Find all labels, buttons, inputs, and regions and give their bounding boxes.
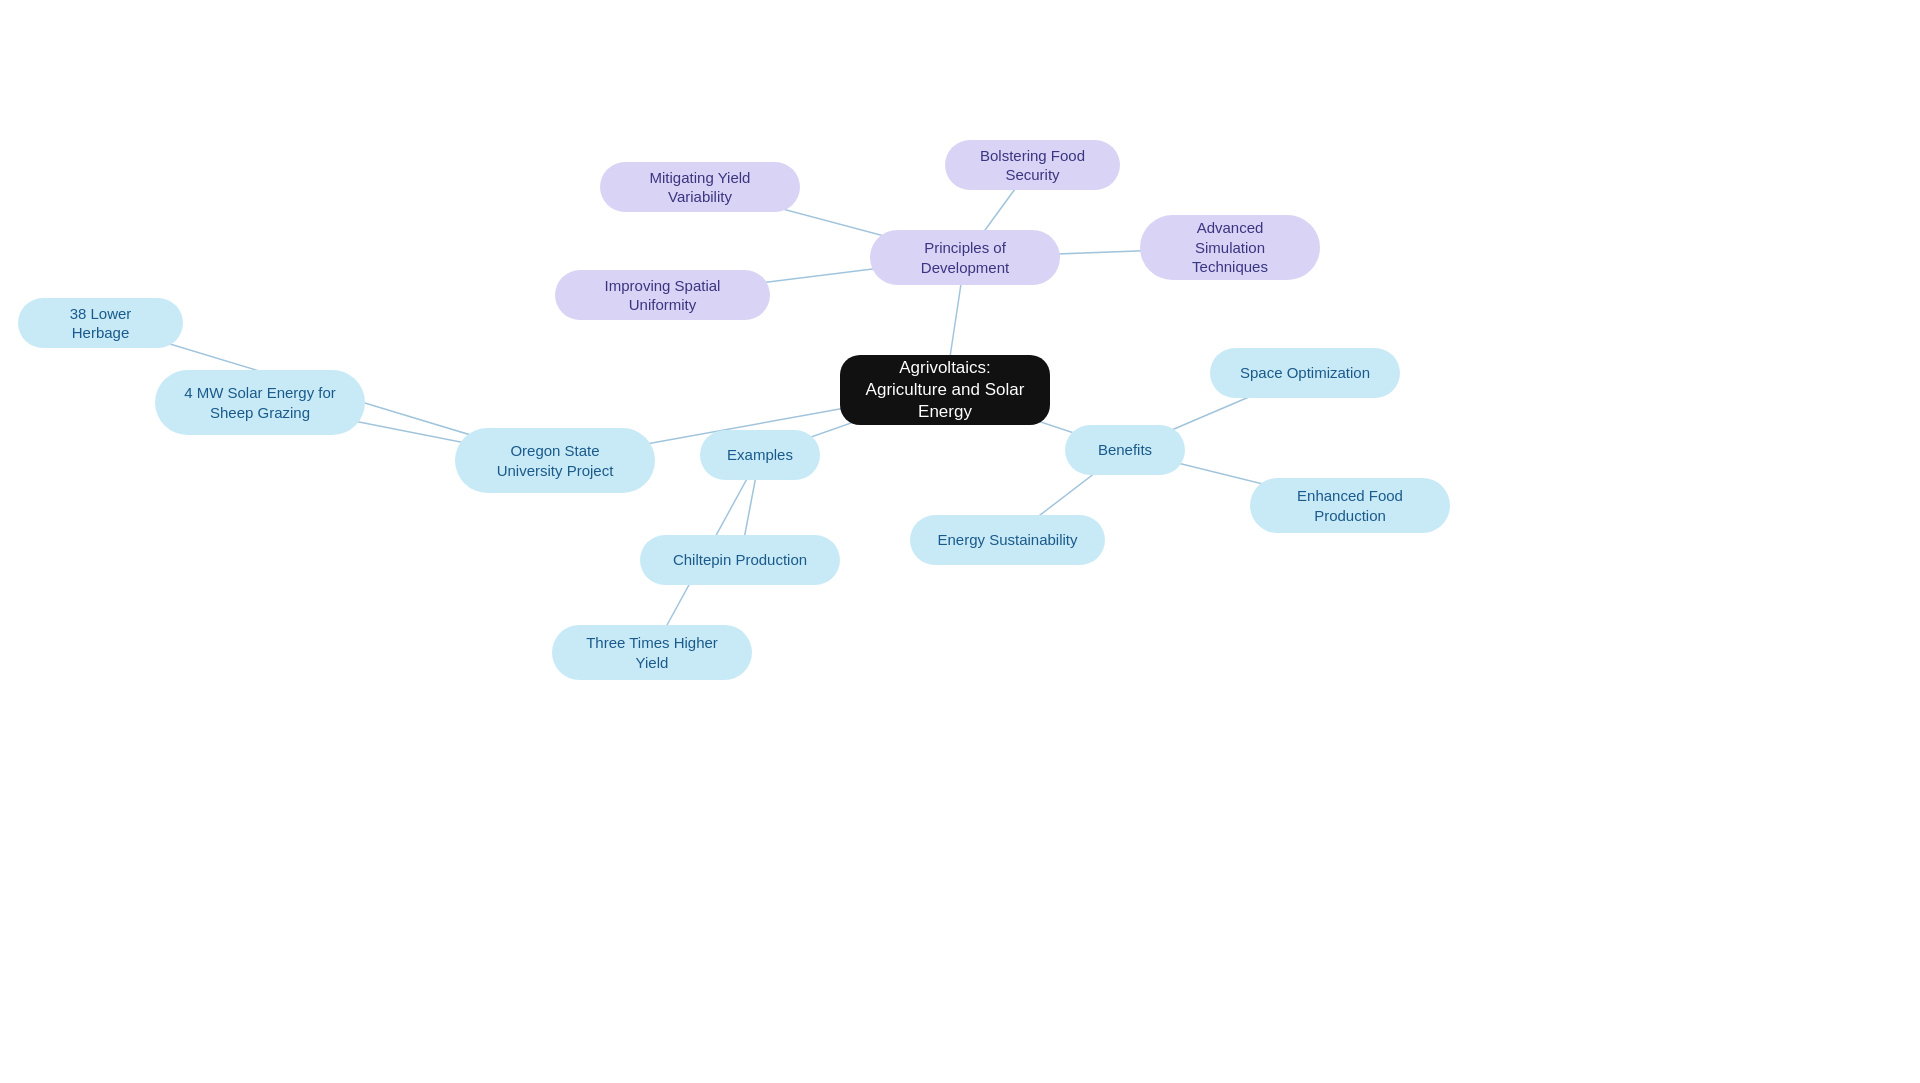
- three-times-node: Three Times Higher Yield: [552, 625, 752, 680]
- improving-node: Improving Spatial Uniformity: [555, 270, 770, 320]
- space-opt-node: Space Optimization: [1210, 348, 1400, 398]
- enhanced-node: Enhanced Food Production: [1250, 478, 1450, 533]
- energy-sust-node: Energy Sustainability: [910, 515, 1105, 565]
- solar4mw-node: 4 MW Solar Energy for Sheep Grazing: [155, 370, 365, 435]
- principles-node: Principles of Development: [870, 230, 1060, 285]
- herbage-node: 38 Lower Herbage: [18, 298, 183, 348]
- benefits-node: Benefits: [1065, 425, 1185, 475]
- bolstering-node: Bolstering Food Security: [945, 140, 1120, 190]
- mitigating-node: Mitigating Yield Variability: [600, 162, 800, 212]
- center-node: Agrivoltaics: Agriculture and Solar Ener…: [840, 355, 1050, 425]
- oregon-node: Oregon State University Project: [455, 428, 655, 493]
- chiltepin-node: Chiltepin Production: [640, 535, 840, 585]
- examples-node: Examples: [700, 430, 820, 480]
- advanced-node: Advanced Simulation Techniques: [1140, 215, 1320, 280]
